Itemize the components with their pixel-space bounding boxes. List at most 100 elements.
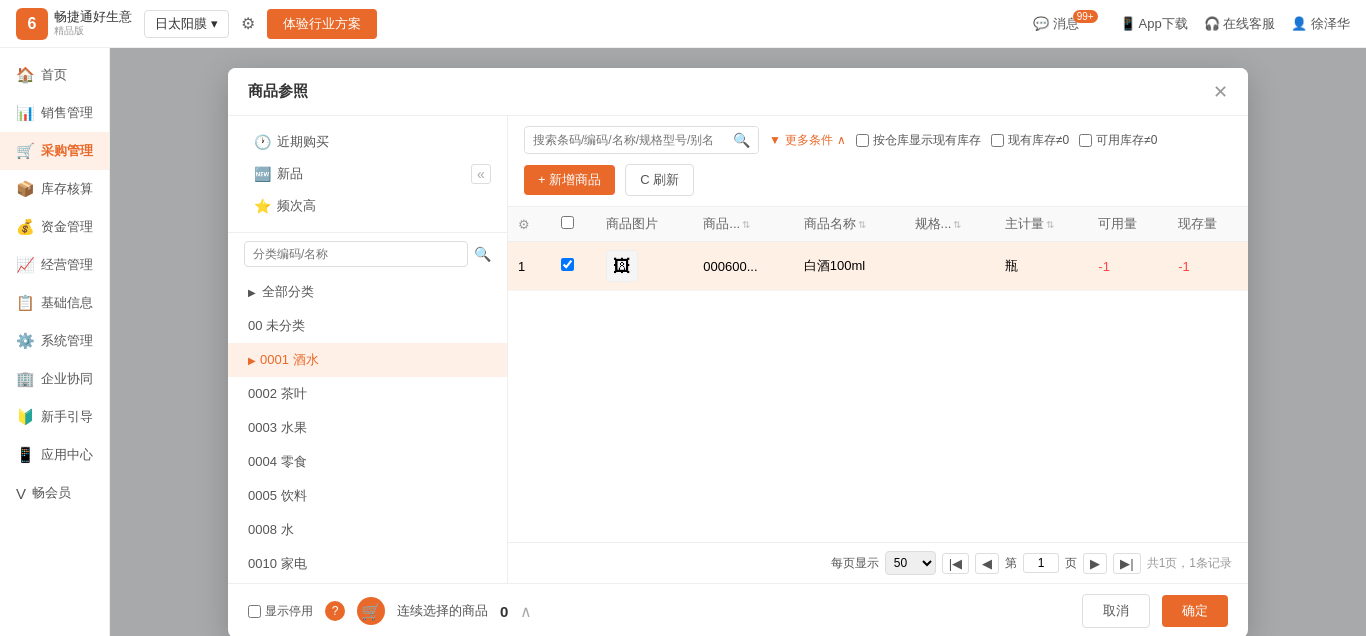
sort-unit-icon[interactable]: ⇅ xyxy=(1046,219,1054,230)
sidebar-item-purchase[interactable]: 🛒采购管理 xyxy=(0,132,109,170)
app-download[interactable]: 📱 App下载 xyxy=(1120,15,1188,33)
modal-title: 商品参照 xyxy=(248,82,308,101)
sidebar-item-inventory[interactable]: 📦库存核算 xyxy=(0,170,109,208)
category-item-3[interactable]: 0003 水果 xyxy=(228,411,507,445)
checkbox-stock-not-zero-input[interactable] xyxy=(991,134,1004,147)
per-page-select[interactable]: 50 100 200 xyxy=(885,551,936,575)
quick-btn-new[interactable]: 🆕 新品 xyxy=(244,158,471,190)
checkbox-show-stock-input[interactable] xyxy=(856,134,869,147)
category-item-6[interactable]: 0008 水 xyxy=(228,513,507,547)
product-search-input[interactable] xyxy=(525,128,725,152)
page-input[interactable] xyxy=(1023,553,1059,573)
sidebar-item-operations[interactable]: 📈经营管理 xyxy=(0,246,109,284)
modal-backdrop: 商品参照 ✕ 🕐 近期购买 xyxy=(110,48,1366,636)
help-icon[interactable]: ? xyxy=(325,601,345,621)
category-item-2[interactable]: 0002 茶叶 xyxy=(228,377,507,411)
col-img: 商品图片 xyxy=(596,207,693,242)
modal-header: 商品参照 ✕ xyxy=(228,68,1248,116)
col-available: 可用量 xyxy=(1088,207,1168,242)
frequent-icon: ⭐ xyxy=(254,198,271,214)
sidebar-item-apps[interactable]: 📱应用中心 xyxy=(0,436,109,474)
gear-icon[interactable]: ⚙ xyxy=(241,14,255,33)
cart-icon[interactable]: 🛒 xyxy=(357,597,385,625)
sidebar-item-sales[interactable]: 📊销售管理 xyxy=(0,94,109,132)
store-selector[interactable]: 日太阳膜 ▾ xyxy=(144,10,229,38)
checkbox-available-not-zero-input[interactable] xyxy=(1079,134,1092,147)
col-spec: 规格...⇅ xyxy=(905,207,995,242)
next-page-button[interactable]: ▶ xyxy=(1083,553,1107,574)
modal-footer: 显示停用 ? 🛒 连续选择的商品 0 ∧ 取消 确定 xyxy=(228,583,1248,636)
per-page-label: 每页显示 xyxy=(831,555,879,572)
page-suffix: 页 xyxy=(1065,555,1077,572)
user-avatar[interactable]: 👤 徐泽华 xyxy=(1291,15,1350,33)
collapse-left-button[interactable]: « xyxy=(471,164,491,184)
row-img: 🖼 xyxy=(596,242,693,291)
category-item-1[interactable]: ▶ 0001 酒水 xyxy=(228,343,507,377)
refresh-button[interactable]: C 刷新 xyxy=(625,164,694,196)
category-item-0[interactable]: 00 未分类 xyxy=(228,309,507,343)
collapse-footer-icon[interactable]: ∧ xyxy=(520,602,532,621)
checkbox-available-not-zero[interactable]: 可用库存≠0 xyxy=(1079,132,1157,149)
category-list: ▶ 全部分类 00 未分类 ▶ 0001 酒水 0002 茶 xyxy=(228,275,507,583)
pagination: 每页显示 50 100 200 |◀ ◀ 第 页 ▶ xyxy=(508,542,1248,583)
sidebar-item-enterprise[interactable]: 🏢企业协同 xyxy=(0,360,109,398)
sidebar-item-system[interactable]: ⚙️系统管理 xyxy=(0,322,109,360)
sort-name-icon[interactable]: ⇅ xyxy=(858,219,866,230)
sidebar-item-basic-info[interactable]: 📋基础信息 xyxy=(0,284,109,322)
show-disabled-label[interactable]: 显示停用 xyxy=(248,603,313,620)
category-search-icon[interactable]: 🔍 xyxy=(474,246,491,262)
col-settings[interactable]: ⚙ xyxy=(508,207,551,242)
category-search-input[interactable] xyxy=(244,241,468,267)
topnav-right: 💬 消息99+ 📱 App下载 🎧 在线客服 👤 徐泽华 xyxy=(1033,15,1350,33)
filter-button[interactable]: ▼ 更多条件 ∧ xyxy=(769,132,846,149)
col-code: 商品...⇅ xyxy=(693,207,793,242)
prev-page-button[interactable]: ◀ xyxy=(975,553,999,574)
message-area[interactable]: 💬 消息99+ xyxy=(1033,15,1104,33)
checkbox-stock-not-zero[interactable]: 现有库存≠0 xyxy=(991,132,1069,149)
modal-right-panel: 🔍 ▼ 更多条件 ∧ 按仓库显示现有库存 xyxy=(508,116,1248,583)
table-row[interactable]: 1 🖼 000600... 白酒100ml 瓶 xyxy=(508,242,1248,291)
last-page-button[interactable]: ▶| xyxy=(1113,553,1140,574)
add-product-button[interactable]: + 新增商品 xyxy=(524,165,615,195)
sidebar-item-guide[interactable]: 🔰新手引导 xyxy=(0,398,109,436)
row-code: 000600... xyxy=(693,242,793,291)
sidebar-item-finance[interactable]: 💰资金管理 xyxy=(0,208,109,246)
table-body: 1 🖼 000600... 白酒100ml 瓶 xyxy=(508,242,1248,291)
quick-btn-frequent[interactable]: ⭐ 频次高 xyxy=(244,190,471,222)
select-all-checkbox[interactable] xyxy=(561,216,574,229)
first-page-button[interactable]: |◀ xyxy=(942,553,969,574)
trial-button[interactable]: 体验行业方案 xyxy=(267,9,377,39)
col-name: 商品名称⇅ xyxy=(794,207,905,242)
home-icon: 🏠 xyxy=(16,66,35,84)
category-all[interactable]: ▶ 全部分类 xyxy=(228,275,507,309)
inventory-icon: 📦 xyxy=(16,180,35,198)
message-badge: 99+ xyxy=(1073,10,1098,23)
checkbox-show-stock[interactable]: 按仓库显示现有库存 xyxy=(856,132,981,149)
show-disabled-checkbox[interactable] xyxy=(248,605,261,618)
sidebar-item-home[interactable]: 🏠首页 xyxy=(0,56,109,94)
sort-code-icon[interactable]: ⇅ xyxy=(742,219,750,230)
table-gear-icon[interactable]: ⚙ xyxy=(518,217,530,232)
filter-chevron-icon: ∧ xyxy=(837,133,846,147)
sort-spec-icon[interactable]: ⇅ xyxy=(953,219,961,230)
online-service[interactable]: 🎧 在线客服 xyxy=(1204,15,1276,33)
footer-left: 显示停用 ? 🛒 连续选择的商品 0 ∧ xyxy=(248,597,1070,625)
product-search-button[interactable]: 🔍 xyxy=(725,127,758,153)
row-select-checkbox[interactable] xyxy=(561,258,574,271)
purchase-icon: 🛒 xyxy=(16,142,35,160)
cancel-button[interactable]: 取消 xyxy=(1082,594,1150,628)
category-item-5[interactable]: 0005 饮料 xyxy=(228,479,507,513)
modal-close-button[interactable]: ✕ xyxy=(1213,83,1228,101)
search-input-wrap: 🔍 xyxy=(524,126,759,154)
category-item-7[interactable]: 0010 家电 xyxy=(228,547,507,581)
cart-label: 连续选择的商品 xyxy=(397,602,488,620)
sidebar-item-vip[interactable]: V畅会员 xyxy=(0,474,109,512)
category-item-4[interactable]: 0004 零食 xyxy=(228,445,507,479)
recent-icon: 🕐 xyxy=(254,134,271,150)
row-num: 1 xyxy=(508,242,551,291)
confirm-button[interactable]: 确定 xyxy=(1162,595,1228,627)
cart-count: 0 xyxy=(500,603,508,620)
quick-btn-recent[interactable]: 🕐 近期购买 xyxy=(244,126,471,158)
col-checkbox xyxy=(551,207,596,242)
row-checkbox[interactable] xyxy=(551,242,596,291)
